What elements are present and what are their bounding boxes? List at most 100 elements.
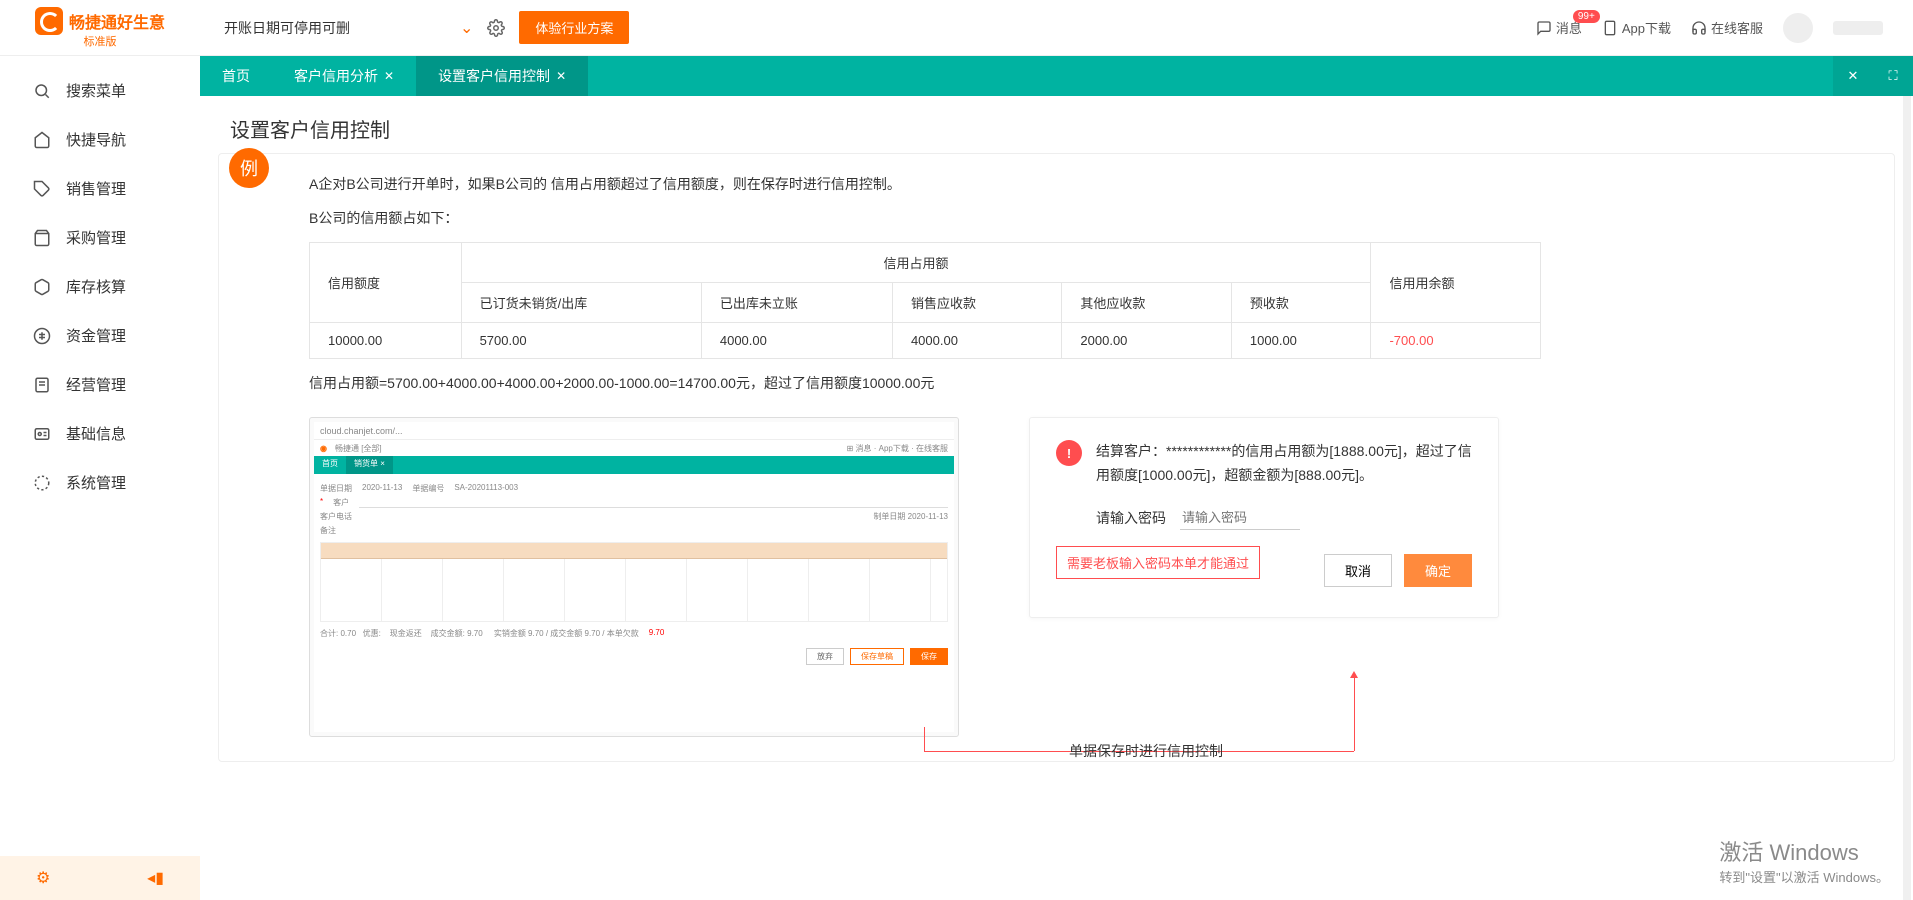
mock-tab: 首页 xyxy=(314,456,346,474)
account-select[interactable]: 开账日期可停用可删 ⌄ xyxy=(224,18,473,38)
doc-icon xyxy=(32,375,52,395)
annotation-arrow xyxy=(1354,677,1355,751)
sidebar-item-quicknav[interactable]: 快捷导航 xyxy=(0,115,200,164)
home-icon xyxy=(32,130,52,150)
sidebar: 搜索菜单 快捷导航 销售管理 采购管理 库存核算 资金管理 经营管理 基础信息 … xyxy=(0,56,200,900)
sidebar-item-label: 基础信息 xyxy=(66,423,126,444)
th-col: 其他应收款 xyxy=(1062,283,1231,323)
message-icon xyxy=(1536,20,1552,36)
collapse-icon[interactable]: ◂▮ xyxy=(147,868,164,888)
settings-gear-icon[interactable] xyxy=(485,17,507,39)
support-label: 在线客服 xyxy=(1711,18,1763,37)
annotation-arrowhead xyxy=(1350,671,1358,678)
close-icon[interactable]: ✕ xyxy=(384,69,394,83)
messages-badge: 99+ xyxy=(1573,10,1600,23)
diagram-row: cloud.chanjet.com/... ◉ 畅捷通 [全部] ⊞ 消息 · … xyxy=(309,417,1844,737)
th-col: 销售应收款 xyxy=(892,283,1061,323)
cancel-button[interactable]: 取消 xyxy=(1324,554,1392,587)
td-val: 2000.00 xyxy=(1062,323,1231,359)
password-input[interactable] xyxy=(1180,506,1300,530)
tab-home[interactable]: 首页 xyxy=(200,56,272,96)
td-val: 4000.00 xyxy=(892,323,1061,359)
confirm-button[interactable]: 确定 xyxy=(1404,554,1472,587)
app-logo-icon xyxy=(35,7,63,35)
sidebar-item-label: 库存核算 xyxy=(66,276,126,297)
tab-bar: 首页 客户信用分析 ✕ 设置客户信用控制 ✕ ✕ ⛶ xyxy=(200,56,1913,96)
scrollbar[interactable] xyxy=(1903,96,1911,900)
td-val: 5700.00 xyxy=(461,323,701,359)
dialog-message: 结算客户：************的信用占用额为[1888.00元]，超过了信用… xyxy=(1096,440,1472,488)
td-val: 10000.00 xyxy=(310,323,462,359)
tab-label: 客户信用分析 xyxy=(294,66,378,86)
sys-icon xyxy=(32,473,52,493)
mock-tab: 销货单 × xyxy=(346,456,393,474)
phone-icon xyxy=(1602,20,1618,36)
tab-credit-analysis[interactable]: 客户信用分析 ✕ xyxy=(272,56,416,96)
cart-icon xyxy=(32,228,52,248)
sidebar-item-inventory[interactable]: 库存核算 xyxy=(0,262,200,311)
tab-label: 设置客户信用控制 xyxy=(438,66,550,86)
td-val: 1000.00 xyxy=(1231,323,1371,359)
app-download-link[interactable]: App下载 xyxy=(1602,18,1671,37)
money-icon xyxy=(32,326,52,346)
example-badge: 例 xyxy=(229,148,269,188)
sidebar-item-basedata[interactable]: 基础信息 xyxy=(0,409,200,458)
chevron-down-icon: ⌄ xyxy=(460,18,473,38)
password-label: 请输入密码 xyxy=(1096,508,1166,528)
account-select-label: 开账日期可停用可删 xyxy=(224,18,350,38)
sidebar-item-purchase[interactable]: 采购管理 xyxy=(0,213,200,262)
td-val-negative: -700.00 xyxy=(1371,323,1541,359)
headset-icon xyxy=(1691,20,1707,36)
settings-icon[interactable]: ⚙ xyxy=(36,868,50,888)
app-name: 畅捷通好生意 xyxy=(69,9,165,33)
logo-area: 畅捷通好生意 标准版 xyxy=(0,3,200,53)
mock-discard-btn: 放弃 xyxy=(806,648,844,665)
sidebar-item-search[interactable]: 搜索菜单 xyxy=(0,66,200,115)
sidebar-item-sales[interactable]: 销售管理 xyxy=(0,164,200,213)
mock-url: cloud.chanjet.com/... xyxy=(320,426,403,436)
example-subline: B公司的信用额占如下： xyxy=(309,208,1844,228)
tab-credit-control[interactable]: 设置客户信用控制 ✕ xyxy=(416,56,588,96)
top-header: 畅捷通好生意 标准版 开账日期可停用可删 ⌄ 体验行业方案 消息 99+ App… xyxy=(0,0,1913,56)
page-title: 设置客户信用控制 xyxy=(200,96,1913,153)
sidebar-item-label: 采购管理 xyxy=(66,227,126,248)
th-col: 预收款 xyxy=(1231,283,1371,323)
messages-link[interactable]: 消息 99+ xyxy=(1536,18,1582,37)
sidebar-item-label: 经营管理 xyxy=(66,374,126,395)
example-description: A企对B公司进行开单时，如果B公司的 信用占用额超过了信用额度，则在保存时进行信… xyxy=(309,174,1844,194)
tab-close-all-icon[interactable]: ✕ xyxy=(1833,56,1873,96)
sidebar-item-label: 系统管理 xyxy=(66,472,126,493)
user-name-placeholder xyxy=(1833,21,1883,35)
app-download-label: App下载 xyxy=(1622,18,1671,37)
td-val: 4000.00 xyxy=(701,323,892,359)
password-hint: 需要老板输入密码本单才能通过 xyxy=(1056,546,1260,579)
sidebar-item-system[interactable]: 系统管理 xyxy=(0,458,200,507)
table-row: 10000.00 5700.00 4000.00 4000.00 2000.00… xyxy=(310,323,1541,359)
credit-warning-dialog: ! 结算客户：************的信用占用额为[1888.00元]，超过了… xyxy=(1029,417,1499,618)
sidebar-footer: ⚙ ◂▮ xyxy=(0,856,200,900)
sidebar-item-label: 快捷导航 xyxy=(66,129,126,150)
close-icon[interactable]: ✕ xyxy=(556,69,566,83)
tab-label: 首页 xyxy=(222,66,250,86)
mock-save-btn: 保存 xyxy=(910,648,948,665)
mock-draft-btn: 保存草稿 xyxy=(850,648,904,665)
th-balance: 信用用余额 xyxy=(1371,243,1541,323)
warning-icon: ! xyxy=(1056,440,1082,466)
experience-button[interactable]: 体验行业方案 xyxy=(519,11,629,44)
sidebar-item-label: 搜索菜单 xyxy=(66,80,126,101)
annotation-caption: 单据保存时进行信用控制 xyxy=(1069,741,1223,761)
tag-icon xyxy=(32,179,52,199)
support-link[interactable]: 在线客服 xyxy=(1691,18,1763,37)
sidebar-item-finance[interactable]: 资金管理 xyxy=(0,311,200,360)
content-area: 设置客户信用控制 例 A企对B公司进行开单时，如果B公司的 信用占用额超过了信用… xyxy=(200,96,1913,900)
th-credit-limit: 信用额度 xyxy=(310,243,462,323)
avatar[interactable] xyxy=(1783,13,1813,43)
th-col: 已出库未立账 xyxy=(701,283,892,323)
sidebar-item-label: 销售管理 xyxy=(66,178,126,199)
fullscreen-icon[interactable]: ⛶ xyxy=(1873,56,1913,96)
sidebar-item-label: 资金管理 xyxy=(66,325,126,346)
box-icon xyxy=(32,277,52,297)
credit-table: 信用额度 信用占用额 信用用余额 已订货未销货/出库 已出库未立账 销售应收款 … xyxy=(309,242,1541,359)
sidebar-item-operation[interactable]: 经营管理 xyxy=(0,360,200,409)
th-group-usage: 信用占用额 xyxy=(461,243,1371,283)
